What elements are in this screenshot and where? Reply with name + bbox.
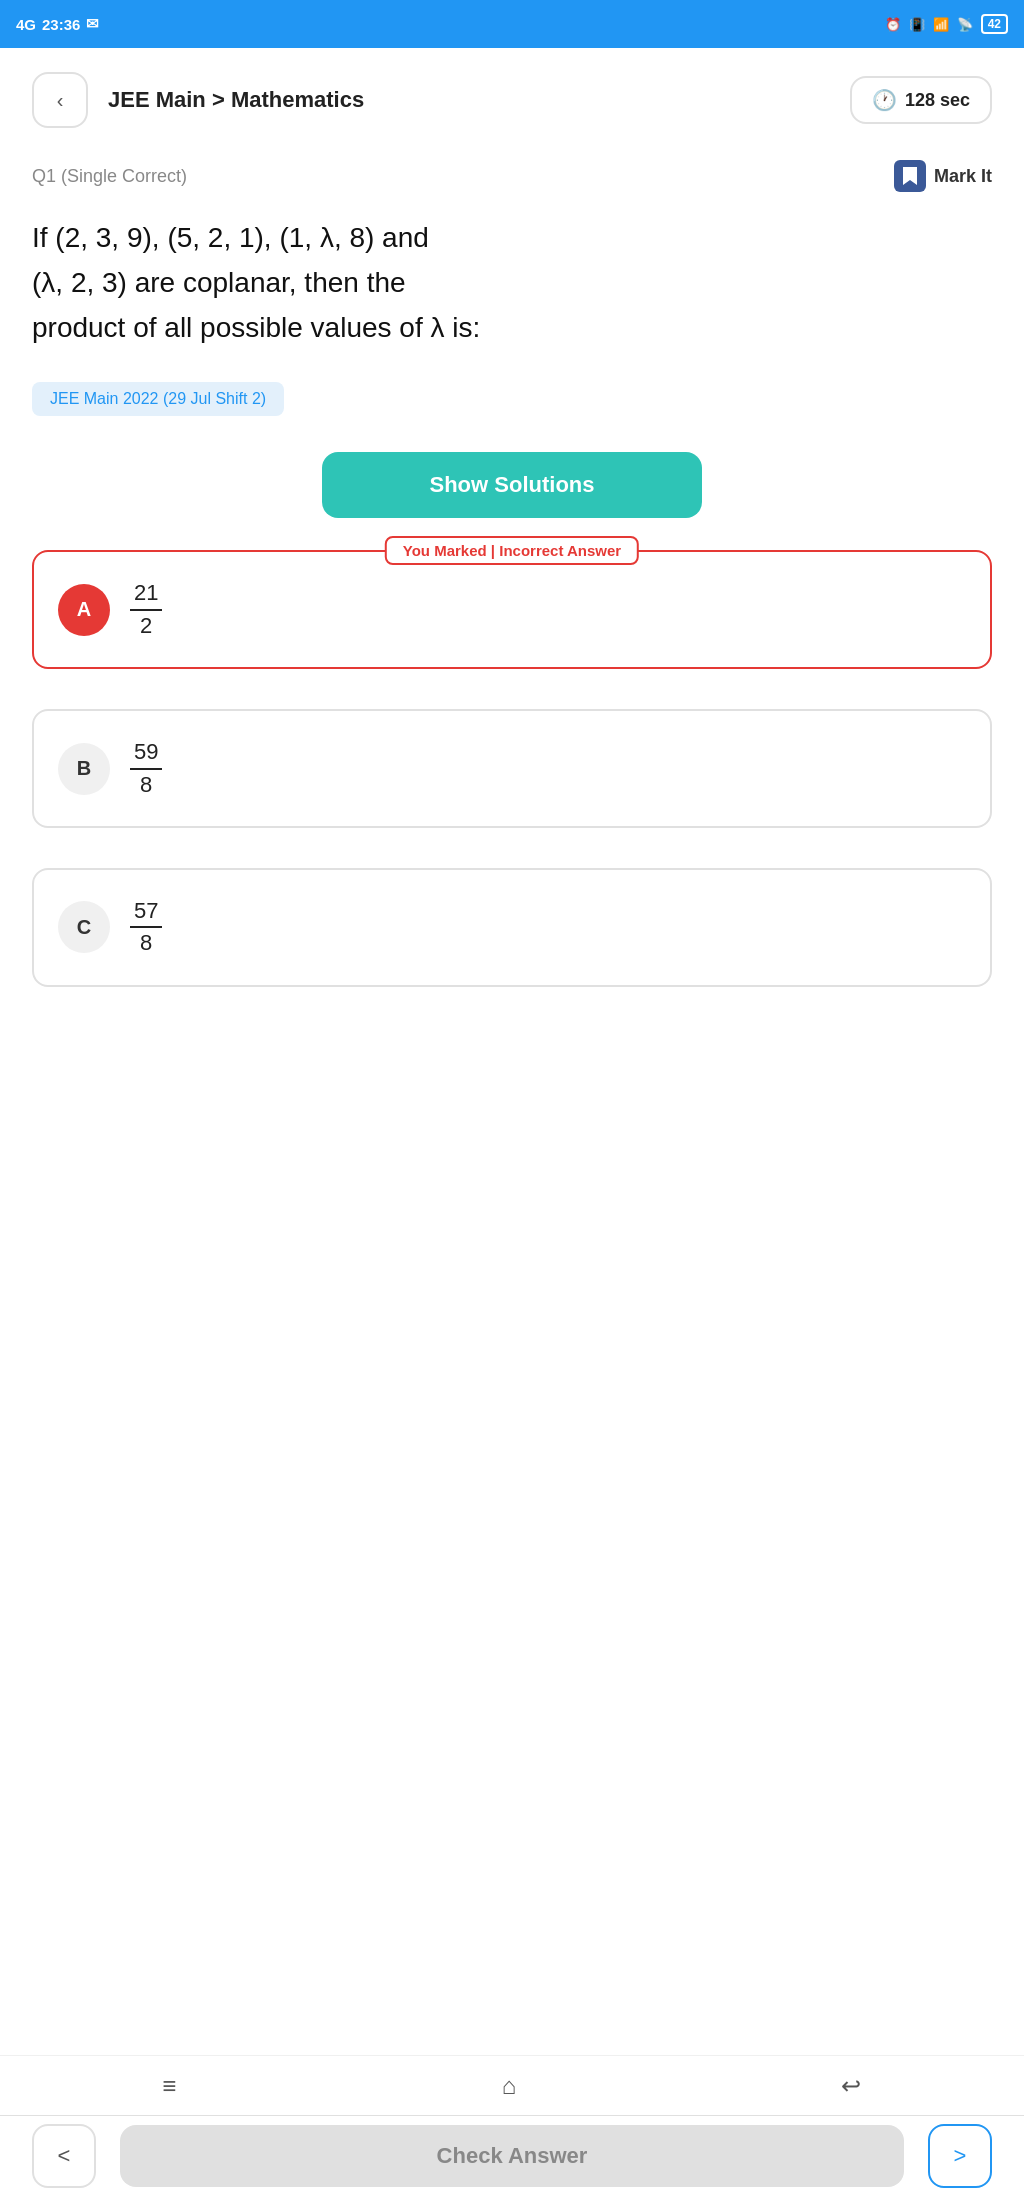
battery-level: 42 (981, 14, 1008, 34)
wifi-icon: 📡 (957, 17, 973, 32)
question-type: Q1 (Single Correct) (32, 166, 187, 187)
status-bar: 4G 23:36 ✉ ⏰ 📳 📶 📡 42 (0, 0, 1024, 48)
message-icon: ✉ (86, 15, 99, 33)
show-solutions-button[interactable]: Show Solutions (322, 452, 702, 518)
mark-it-button[interactable]: Mark It (894, 160, 992, 192)
main-content: ‹ JEE Main > Mathematics 🕐 128 sec Q1 (S… (0, 48, 1024, 2115)
question-header: Q1 (Single Correct) Mark It (32, 160, 992, 192)
option-b-value: 59 8 (130, 739, 162, 798)
time-display: 23:36 (42, 16, 80, 33)
incorrect-answer-label: You Marked | Incorrect Answer (385, 536, 639, 565)
fraction-21-2: 21 2 (130, 580, 162, 639)
clock-icon: 🕐 (872, 88, 897, 112)
status-left: 4G 23:36 ✉ (16, 15, 99, 33)
prev-button[interactable]: < (32, 2124, 96, 2188)
check-answer-button[interactable]: Check Answer (120, 2125, 904, 2187)
back-button[interactable]: ‹ (32, 72, 88, 128)
option-c-section: C 57 8 (32, 868, 992, 987)
alarm-icon: ⏰ (885, 17, 901, 32)
mark-it-label: Mark It (934, 166, 992, 187)
bottom-nav: < Check Answer > (0, 2115, 1024, 2195)
question-tag: JEE Main 2022 (29 Jul Shift 2) (32, 382, 284, 416)
fraction-57-8: 57 8 (130, 898, 162, 957)
header-nav: ‹ JEE Main > Mathematics 🕐 128 sec (32, 48, 992, 148)
prev-icon: < (58, 2143, 71, 2169)
option-b-section: B 59 8 (32, 709, 992, 828)
timer-badge: 🕐 128 sec (850, 76, 992, 124)
option-b-card[interactable]: B 59 8 (32, 709, 992, 828)
status-right: ⏰ 📳 📶 📡 42 (885, 14, 1008, 34)
next-button[interactable]: > (928, 2124, 992, 2188)
breadcrumb: JEE Main > Mathematics (88, 87, 850, 113)
next-icon: > (954, 2143, 967, 2169)
signal-icon: 4G (16, 16, 36, 33)
option-b-label: B (58, 743, 110, 795)
option-a-card[interactable]: A 21 2 (32, 550, 992, 669)
option-c-card[interactable]: C 57 8 (32, 868, 992, 987)
option-a-label: A (58, 584, 110, 636)
option-c-label: C (58, 901, 110, 953)
menu-icon[interactable]: ≡ (163, 2072, 177, 2100)
timer-value: 128 sec (905, 90, 970, 111)
system-nav: ≡ ⌂ ↩ (0, 2055, 1024, 2115)
back-icon: ‹ (57, 89, 64, 112)
fraction-59-8: 59 8 (130, 739, 162, 798)
bookmark-icon (894, 160, 926, 192)
option-a-value: 21 2 (130, 580, 162, 639)
home-icon[interactable]: ⌂ (502, 2072, 517, 2100)
option-c-value: 57 8 (130, 898, 162, 957)
back-system-icon[interactable]: ↩ (841, 2072, 861, 2100)
vibrate-icon: 📳 (909, 17, 925, 32)
question-text: If (2, 3, 9), (5, 2, 1), (1, λ, 8) and (… (32, 216, 992, 350)
option-a-section: You Marked | Incorrect Answer A 21 2 (32, 550, 992, 669)
call-icon: 📶 (933, 17, 949, 32)
